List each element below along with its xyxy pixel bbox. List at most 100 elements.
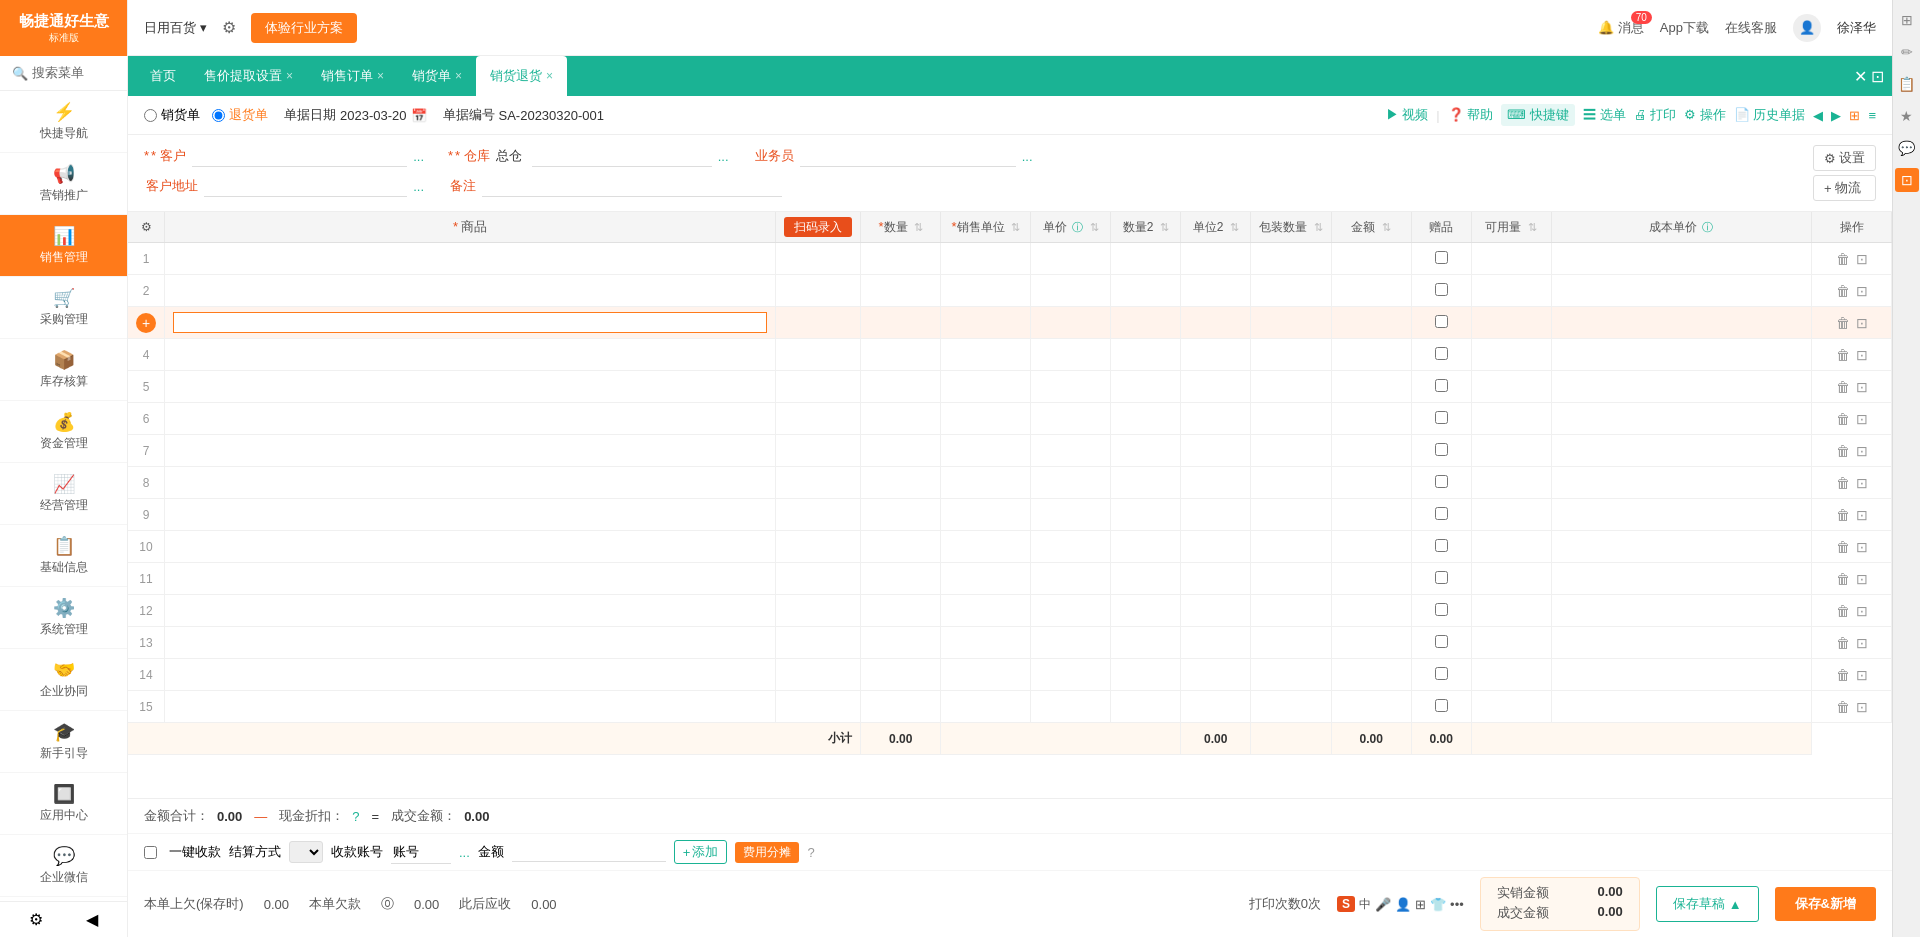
discount-help-icon[interactable]: ? (352, 809, 359, 824)
product-cell[interactable] (165, 595, 776, 627)
qty2-cell[interactable] (1111, 627, 1181, 659)
tab-close-all-btn[interactable]: ✕ (1854, 67, 1867, 86)
delete-row-btn[interactable]: 🗑 (1836, 379, 1850, 395)
grid-view-btn[interactable]: ⊞ (1849, 108, 1860, 123)
gift-checkbox[interactable] (1435, 443, 1448, 456)
amount-cell[interactable] (1331, 595, 1411, 627)
amount-cell[interactable] (1331, 563, 1411, 595)
unit2-cell[interactable] (1181, 627, 1251, 659)
payment-method-select[interactable] (289, 841, 323, 863)
qty2-cell[interactable] (1111, 275, 1181, 307)
tab-sales-return[interactable]: 销货退货 × (476, 56, 567, 96)
gift-checkbox[interactable] (1435, 379, 1448, 392)
th-unit2-sort[interactable]: ⇅ (1230, 221, 1239, 233)
amount-cell[interactable] (1331, 435, 1411, 467)
amount-cell[interactable] (1331, 499, 1411, 531)
message-btn[interactable]: 🔔 70 消息 (1598, 19, 1644, 37)
unit2-cell[interactable] (1181, 275, 1251, 307)
qty-cell[interactable] (861, 563, 941, 595)
sidebar-item-marketing[interactable]: 📢 营销推广 (0, 153, 127, 215)
price-cell[interactable] (1031, 275, 1111, 307)
product-cell[interactable] (165, 339, 776, 371)
sidebar-item-guide[interactable]: 🎓 新手引导 (0, 711, 127, 773)
copy-row-btn[interactable]: ⊡ (1856, 667, 1868, 683)
delete-row-btn[interactable]: 🗑 (1836, 699, 1850, 715)
gift-checkbox[interactable] (1435, 251, 1448, 264)
copy-row-btn[interactable]: ⊡ (1856, 507, 1868, 523)
price-cell[interactable] (1031, 563, 1111, 595)
price-cell[interactable] (1031, 243, 1111, 275)
sidebar-item-sales[interactable]: 📊 销售管理 (0, 215, 127, 277)
amount-cell[interactable] (1331, 339, 1411, 371)
gift-cell[interactable] (1411, 371, 1471, 403)
amount-cell[interactable] (1331, 275, 1411, 307)
account-more-btn[interactable]: ... (459, 845, 470, 860)
unit-cell[interactable] (941, 499, 1031, 531)
product-cell[interactable] (165, 371, 776, 403)
username[interactable]: 徐泽华 (1837, 19, 1876, 37)
qty-cell[interactable] (861, 499, 941, 531)
gift-cell[interactable] (1411, 275, 1471, 307)
qty2-cell[interactable] (1111, 243, 1181, 275)
scan-enter-btn[interactable]: 扫码录入 (784, 217, 852, 237)
sidebar-item-search[interactable]: 🔍 搜索菜单 (0, 56, 127, 91)
sidebar-collapse-btn[interactable]: ◀ (86, 910, 98, 929)
pkg-qty-cell[interactable] (1251, 275, 1331, 307)
qty2-cell[interactable] (1111, 435, 1181, 467)
qty-cell[interactable] (861, 595, 941, 627)
copy-row-btn[interactable]: ⊡ (1856, 699, 1868, 715)
online-service-btn[interactable]: 在线客服 (1725, 19, 1777, 37)
gift-checkbox[interactable] (1435, 539, 1448, 552)
unit-cell[interactable] (941, 691, 1031, 723)
th-qty2-sort[interactable]: ⇅ (1160, 221, 1169, 233)
delete-row-btn[interactable]: 🗑 (1836, 443, 1850, 459)
rs-copy-icon[interactable]: 📋 (1895, 72, 1919, 96)
gift-checkbox[interactable] (1435, 635, 1448, 648)
shortcut-btn[interactable]: ⌨ 快捷键 (1501, 104, 1575, 126)
add-row-btn[interactable]: + (136, 313, 156, 333)
product-cell[interactable] (165, 307, 776, 339)
pkg-qty-cell[interactable] (1251, 499, 1331, 531)
gift-checkbox[interactable] (1435, 603, 1448, 616)
qty-cell[interactable] (861, 659, 941, 691)
unit2-cell[interactable] (1181, 403, 1251, 435)
address-input[interactable] (204, 175, 407, 197)
qty-cell[interactable] (861, 307, 941, 339)
unit-cell[interactable] (941, 659, 1031, 691)
radio-return-input[interactable] (212, 109, 225, 122)
unit2-cell[interactable] (1181, 435, 1251, 467)
product-cell[interactable] (165, 627, 776, 659)
gift-cell[interactable] (1411, 563, 1471, 595)
pkg-qty-cell[interactable] (1251, 371, 1331, 403)
gift-cell[interactable] (1411, 499, 1471, 531)
rs-table-icon[interactable]: ⊞ (1895, 8, 1919, 32)
gift-cell[interactable] (1411, 659, 1471, 691)
unit-cell[interactable] (941, 531, 1031, 563)
qty-cell[interactable] (861, 403, 941, 435)
sidebar-item-system[interactable]: ⚙️ 系统管理 (0, 587, 127, 649)
radio-return[interactable]: 退货单 (212, 106, 268, 124)
gift-checkbox[interactable] (1435, 667, 1448, 680)
qty2-cell[interactable] (1111, 371, 1181, 403)
gift-cell[interactable] (1411, 467, 1471, 499)
gift-checkbox[interactable] (1435, 699, 1448, 712)
qty-cell[interactable] (861, 275, 941, 307)
delete-row-btn[interactable]: 🗑 (1836, 539, 1850, 555)
warehouse-input[interactable] (532, 145, 712, 167)
unit2-cell[interactable] (1181, 691, 1251, 723)
delete-row-btn[interactable]: 🗑 (1836, 667, 1850, 683)
th-avail-sort[interactable]: ⇅ (1528, 221, 1537, 233)
sidebar-item-enterprise[interactable]: 🤝 企业协同 (0, 649, 127, 711)
product-cell[interactable] (165, 691, 776, 723)
product-cell[interactable] (165, 531, 776, 563)
qty2-cell[interactable] (1111, 595, 1181, 627)
th-scan[interactable]: 扫码录入 (776, 212, 861, 243)
delete-row-btn[interactable]: 🗑 (1836, 411, 1850, 427)
tab-sales-return-close[interactable]: × (546, 69, 553, 83)
pkg-qty-cell[interactable] (1251, 691, 1331, 723)
sidebar-item-quick-nav[interactable]: ⚡ 快捷导航 (0, 91, 127, 153)
sidebar-item-basic-info[interactable]: 📋 基础信息 (0, 525, 127, 587)
delete-row-btn[interactable]: 🗑 (1836, 251, 1850, 267)
print-btn[interactable]: 🖨 打印 (1634, 106, 1677, 124)
qty-cell[interactable] (861, 243, 941, 275)
